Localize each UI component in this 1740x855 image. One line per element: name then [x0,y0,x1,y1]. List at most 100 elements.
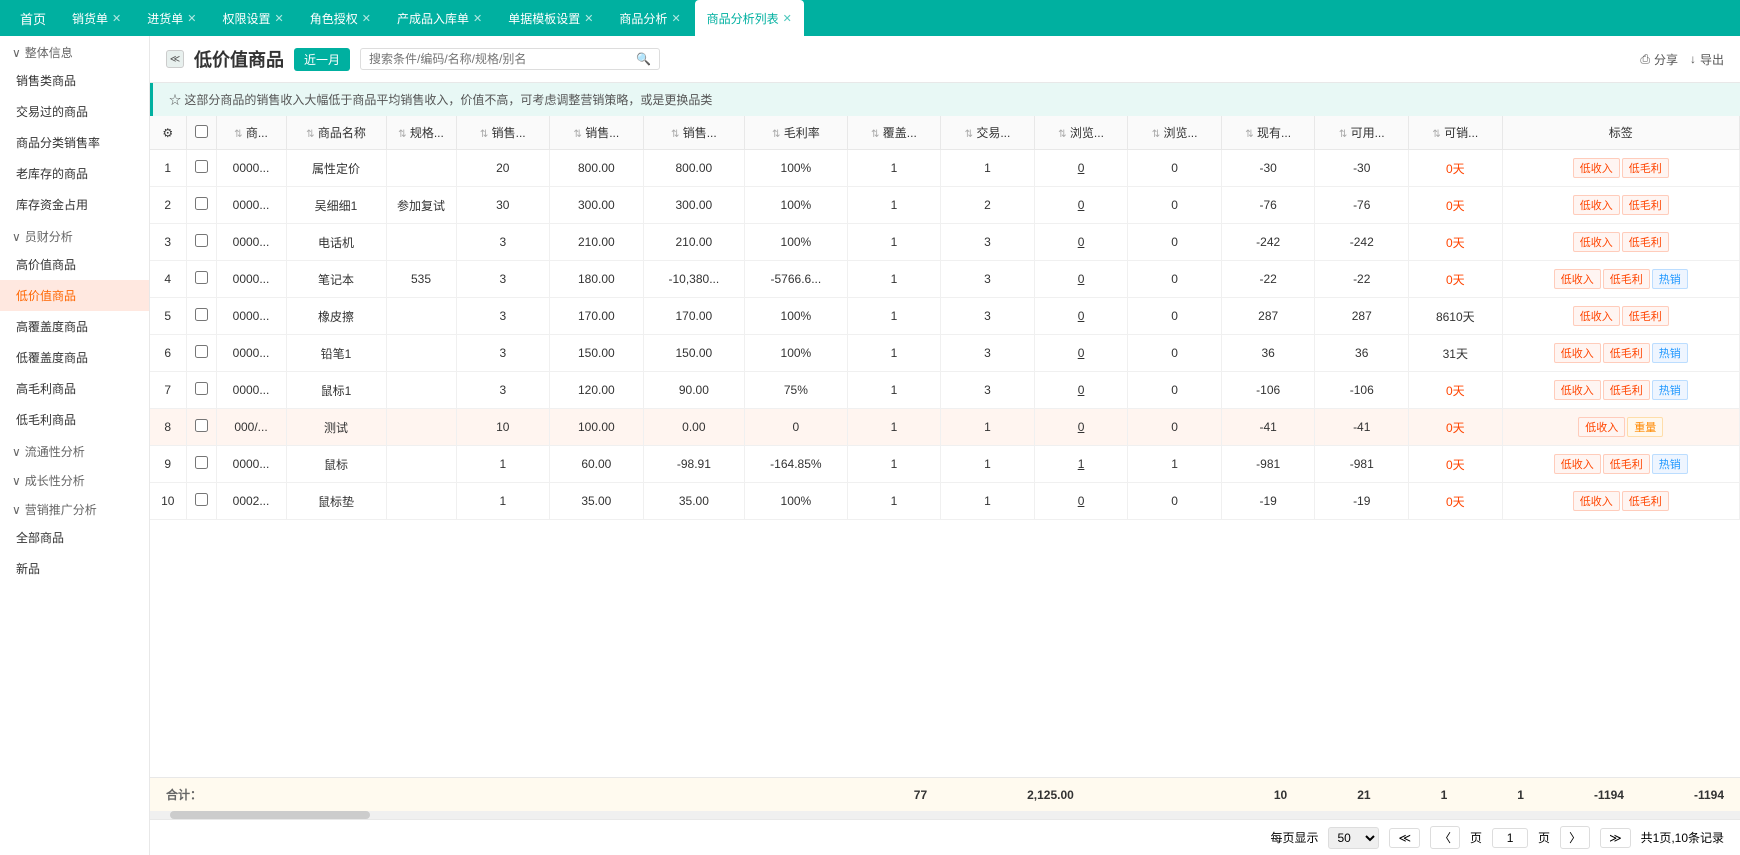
col-header-stock[interactable]: ⇅ 现有... [1221,116,1315,150]
row-browse1[interactable]: 0 [1034,409,1128,446]
search-icon[interactable]: 🔍 [636,52,651,66]
sidebar-item-low-profit[interactable]: 低毛利商品 [0,404,149,435]
nav-home[interactable]: 首页 [8,0,58,36]
row-name: 属性定价 [286,150,386,187]
col-header-s2[interactable]: ⇅ 销售... [550,116,644,150]
per-page-select[interactable]: 50 100 200 [1328,827,1379,849]
col-header-check[interactable] [186,116,216,150]
nav-template-settings[interactable]: 单据模板设置 ✕ [496,0,605,36]
row-browse1[interactable]: 0 [1034,150,1128,187]
col-header-trade[interactable]: ⇅ 交易... [941,116,1035,150]
col-header-s1[interactable]: ⇅ 销售... [456,116,550,150]
nav-product-warehouse[interactable]: 产成品入库单 ✕ [385,0,494,36]
row-checkbox-cell[interactable] [186,187,216,224]
sidebar-item-stock-fund[interactable]: 库存资金占用 [0,189,149,220]
col-header-tags[interactable]: 标签 [1502,116,1739,150]
nav-permission[interactable]: 权限设置 ✕ [210,0,295,36]
sidebar-item-new-products[interactable]: 新品 [0,553,149,584]
first-page-button[interactable]: ≪ [1389,828,1420,848]
close-icon[interactable]: ✕ [275,12,284,25]
row-browse1[interactable]: 0 [1034,187,1128,224]
sidebar-item-high-profit[interactable]: 高毛利商品 [0,373,149,404]
close-icon[interactable]: ✕ [783,12,792,25]
row-checkbox[interactable] [195,308,208,321]
row-checkbox[interactable] [195,382,208,395]
sidebar-group-overall[interactable]: ∨ 整体信息 [0,36,149,65]
next-page-button[interactable]: 〉 [1560,826,1590,849]
row-checkbox[interactable] [195,271,208,284]
scrollbar-thumb[interactable] [170,811,370,819]
row-browse1[interactable]: 0 [1034,298,1128,335]
horizontal-scrollbar[interactable] [150,811,1740,819]
share-button[interactable]: ⎙ 分享 [1640,51,1678,68]
sidebar-item-category-sales[interactable]: 商品分类销售率 [0,127,149,158]
col-header-browse1[interactable]: ⇅ 浏览... [1034,116,1128,150]
close-icon[interactable]: ✕ [112,12,121,25]
row-checkbox[interactable] [195,160,208,173]
row-checkbox[interactable] [195,197,208,210]
row-checkbox[interactable] [195,345,208,358]
sidebar-item-high-value[interactable]: 高价值商品 [0,249,149,280]
prev-page-button[interactable]: 〈 [1430,826,1460,849]
sidebar-item-low-coverage[interactable]: 低覆盖度商品 [0,342,149,373]
export-button[interactable]: ↓ 导出 [1690,51,1724,68]
row-checkbox-cell[interactable] [186,261,216,298]
nav-role-auth[interactable]: 角色授权 ✕ [298,0,383,36]
col-header-profit-rate[interactable]: ⇅ 毛利率 [745,116,848,150]
col-header-coverage[interactable]: ⇅ 覆盖... [847,116,941,150]
col-header-spec[interactable]: ⇅ 规格... [386,116,456,150]
row-checkbox[interactable] [195,234,208,247]
col-header-name[interactable]: ⇅ 商品名称 [286,116,386,150]
row-checkbox[interactable] [195,456,208,469]
col-header-browse2[interactable]: ⇅ 浏览... [1128,116,1222,150]
sidebar-item-traded-products[interactable]: 交易过的商品 [0,96,149,127]
row-browse1[interactable]: 0 [1034,335,1128,372]
sidebar-item-low-value[interactable]: 低价值商品 [0,280,149,311]
close-icon[interactable]: ✕ [671,12,680,25]
col-header-sellable[interactable]: ⇅ 可销... [1409,116,1503,150]
close-icon[interactable]: ✕ [362,12,371,25]
select-all-checkbox[interactable] [195,125,208,138]
sidebar-item-sales-products[interactable]: 销售类商品 [0,65,149,96]
sidebar-group-finance[interactable]: ∨ 员财分析 [0,220,149,249]
row-browse1[interactable]: 1 [1034,446,1128,483]
close-icon[interactable]: ✕ [473,12,482,25]
filter-recent-month-button[interactable]: 近一月 [294,48,350,71]
row-checkbox-cell[interactable] [186,224,216,261]
nav-product-analysis[interactable]: 商品分析 ✕ [607,0,692,36]
row-checkbox[interactable] [195,493,208,506]
row-checkbox-cell[interactable] [186,409,216,446]
col-header-settings[interactable]: ⚙ [150,116,186,150]
close-icon[interactable]: ✕ [187,12,196,25]
collapse-button[interactable]: ≪ [166,50,184,68]
col-header-available[interactable]: ⇅ 可用... [1315,116,1409,150]
close-icon[interactable]: ✕ [584,12,593,25]
search-input[interactable] [369,52,630,66]
sidebar-item-high-coverage[interactable]: 高覆盖度商品 [0,311,149,342]
row-checkbox-cell[interactable] [186,298,216,335]
row-checkbox-cell[interactable] [186,150,216,187]
row-checkbox[interactable] [195,419,208,432]
nav-sales-order[interactable]: 销货单 ✕ [60,0,133,36]
row-browse1[interactable]: 0 [1034,483,1128,520]
nav-purchase-order[interactable]: 进货单 ✕ [135,0,208,36]
row-browse1[interactable]: 0 [1034,261,1128,298]
info-banner: ☆ 这部分商品的销售收入大幅低于商品平均销售收入，价值不高，可考虑调整营销策略，… [150,83,1740,116]
nav-product-analysis-list[interactable]: 商品分析列表 ✕ [695,0,804,36]
sidebar-group-growth[interactable]: ∨ 成长性分析 [0,464,149,493]
row-browse1[interactable]: 0 [1034,372,1128,409]
sidebar-item-old-stock[interactable]: 老库存的商品 [0,158,149,189]
last-page-button[interactable]: ≫ [1600,828,1631,848]
sidebar-group-marketing[interactable]: ∨ 营销推广分析 [0,493,149,522]
row-checkbox-cell[interactable] [186,335,216,372]
row-sellable-days: 0天 [1409,446,1503,483]
sidebar-item-all-products[interactable]: 全部商品 [0,522,149,553]
col-header-s3[interactable]: ⇅ 销售... [643,116,744,150]
row-checkbox-cell[interactable] [186,483,216,520]
row-checkbox-cell[interactable] [186,372,216,409]
row-browse1[interactable]: 0 [1034,224,1128,261]
row-checkbox-cell[interactable] [186,446,216,483]
col-header-code[interactable]: ⇅ 商... [216,116,286,150]
sidebar-group-liquidity[interactable]: ∨ 流通性分析 [0,435,149,464]
page-number-input[interactable] [1492,828,1528,848]
